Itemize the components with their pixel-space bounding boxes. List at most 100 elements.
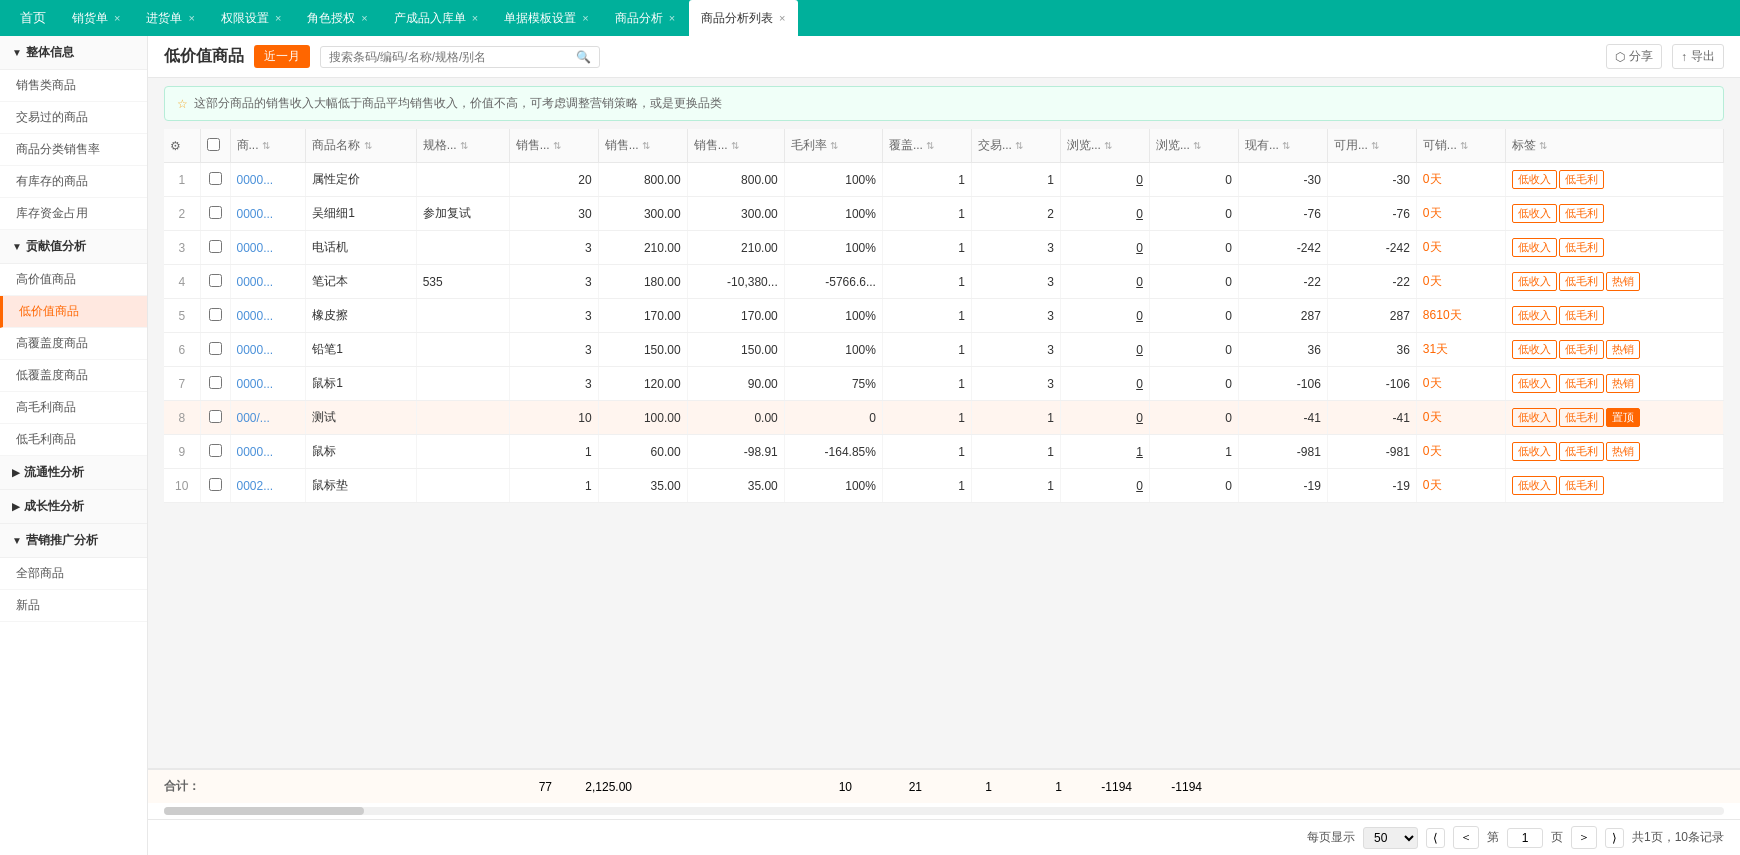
search-input[interactable] [329,50,572,64]
col-name[interactable]: 商品名称 ⇅ [306,129,416,163]
sidebar-item-category-sales-rate[interactable]: 商品分类销售率 [0,134,147,166]
page-number-input[interactable] [1507,828,1543,848]
cell-browse1[interactable]: 0 [1060,367,1149,401]
sidebar-group-growth[interactable]: ▶ 成长性分析 [0,490,147,524]
sidebar-group-circulation[interactable]: ▶ 流通性分析 [0,456,147,490]
sidebar-item-low-value[interactable]: 低价值商品 [0,296,147,328]
col-sales-profit[interactable]: 销售... ⇅ [687,129,784,163]
browse-link[interactable]: 0 [1136,309,1143,323]
row-checkbox[interactable] [209,308,222,321]
col-coverage[interactable]: 覆盖... ⇅ [882,129,971,163]
close-icon[interactable]: × [114,12,120,24]
browse-link[interactable]: 0 [1136,343,1143,357]
sidebar-item-new-products[interactable]: 新品 [0,590,147,622]
nav-roles[interactable]: 角色授权 × [295,0,379,36]
col-settings[interactable]: ⚙ [164,129,200,163]
cell-browse1[interactable]: 0 [1060,333,1149,367]
row-checkbox[interactable] [209,206,222,219]
browse-link[interactable]: 0 [1136,241,1143,255]
col-current[interactable]: 现有... ⇅ [1238,129,1327,163]
col-code[interactable]: 商... ⇅ [230,129,306,163]
row-checkbox[interactable] [209,376,222,389]
nav-product-inbound[interactable]: 产成品入库单 × [382,0,490,36]
close-icon[interactable]: × [188,12,194,24]
col-trade[interactable]: 交易... ⇅ [971,129,1060,163]
cell-browse1[interactable]: 0 [1060,469,1149,503]
col-available[interactable]: 可用... ⇅ [1327,129,1416,163]
col-browse1[interactable]: 浏览... ⇅ [1060,129,1149,163]
sidebar-item-traded-products[interactable]: 交易过的商品 [0,102,147,134]
nav-sales-order[interactable]: 销货单 × [60,0,132,36]
cell-checkbox[interactable] [200,435,230,469]
close-icon[interactable]: × [275,12,281,24]
row-checkbox[interactable] [209,172,222,185]
sidebar-item-inventory-funds[interactable]: 库存资金占用 [0,198,147,230]
sidebar-item-low-margin[interactable]: 低毛利商品 [0,424,147,456]
col-sales-amount[interactable]: 销售... ⇅ [598,129,687,163]
col-checkbox[interactable] [200,129,230,163]
col-margin[interactable]: 毛利率 ⇅ [784,129,882,163]
cell-browse1[interactable]: 0 [1060,265,1149,299]
filter-button[interactable]: 近一月 [254,45,310,68]
sidebar-item-high-coverage[interactable]: 高覆盖度商品 [0,328,147,360]
browse-link[interactable]: 1 [1136,445,1143,459]
sidebar-group-contribution[interactable]: ▼ 贡献值分析 [0,230,147,264]
browse-link[interactable]: 0 [1136,275,1143,289]
cell-checkbox[interactable] [200,367,230,401]
col-sales-qty[interactable]: 销售... ⇅ [509,129,598,163]
table-area[interactable]: ⚙ 商... ⇅ 商品名称 ⇅ 规格... ⇅ 销售... ⇅ 销售... ⇅ … [148,129,1740,768]
scrollbar-thumb[interactable] [164,807,364,815]
nav-product-analysis-list[interactable]: 商品分析列表 × [689,0,797,36]
sidebar-item-high-value[interactable]: 高价值商品 [0,264,147,296]
close-icon[interactable]: × [582,12,588,24]
sidebar-item-all-products[interactable]: 全部商品 [0,558,147,590]
cell-checkbox[interactable] [200,163,230,197]
cell-checkbox[interactable] [200,265,230,299]
browse-link[interactable]: 0 [1136,377,1143,391]
sidebar-item-stock-products[interactable]: 有库存的商品 [0,166,147,198]
sidebar-item-high-margin[interactable]: 高毛利商品 [0,392,147,424]
cell-checkbox[interactable] [200,299,230,333]
cell-checkbox[interactable] [200,401,230,435]
prev-page-button[interactable]: ＜ [1453,826,1479,849]
browse-link[interactable]: 0 [1136,411,1143,425]
cell-browse1[interactable]: 0 [1060,401,1149,435]
first-page-button[interactable]: ⟨ [1426,828,1445,848]
col-browse2[interactable]: 浏览... ⇅ [1149,129,1238,163]
close-icon[interactable]: × [361,12,367,24]
col-sellable[interactable]: 可销... ⇅ [1416,129,1505,163]
row-checkbox[interactable] [209,240,222,253]
cell-checkbox[interactable] [200,469,230,503]
close-icon[interactable]: × [472,12,478,24]
cell-browse1[interactable]: 0 [1060,231,1149,265]
page-size-select[interactable]: 50 100 200 [1363,827,1418,849]
sidebar-item-sales-products[interactable]: 销售类商品 [0,70,147,102]
nav-template-settings[interactable]: 单据模板设置 × [492,0,600,36]
sidebar-group-marketing[interactable]: ▼ 营销推广分析 [0,524,147,558]
cell-browse1[interactable]: 1 [1060,435,1149,469]
cell-browse1[interactable]: 0 [1060,299,1149,333]
search-box[interactable]: 🔍 [320,46,600,68]
nav-product-analysis[interactable]: 商品分析 × [603,0,687,36]
scrollbar-area[interactable] [148,803,1740,819]
row-checkbox[interactable] [209,478,222,491]
col-tags[interactable]: 标签 ⇅ [1505,129,1723,163]
row-checkbox[interactable] [209,410,222,423]
col-spec[interactable]: 规格... ⇅ [416,129,509,163]
row-checkbox[interactable] [209,274,222,287]
browse-link[interactable]: 0 [1136,479,1143,493]
close-icon[interactable]: × [779,12,785,24]
share-button[interactable]: ⬡ 分享 [1606,44,1662,69]
cell-browse1[interactable]: 0 [1060,197,1149,231]
cell-checkbox[interactable] [200,231,230,265]
close-icon[interactable]: × [669,12,675,24]
select-all-checkbox[interactable] [207,138,220,151]
row-checkbox[interactable] [209,444,222,457]
last-page-button[interactable]: ⟩ [1605,828,1624,848]
nav-home[interactable]: 首页 [8,0,58,36]
row-checkbox[interactable] [209,342,222,355]
export-button[interactable]: ↑ 导出 [1672,44,1724,69]
cell-browse1[interactable]: 0 [1060,163,1149,197]
browse-link[interactable]: 0 [1136,207,1143,221]
next-page-button[interactable]: ＞ [1571,826,1597,849]
